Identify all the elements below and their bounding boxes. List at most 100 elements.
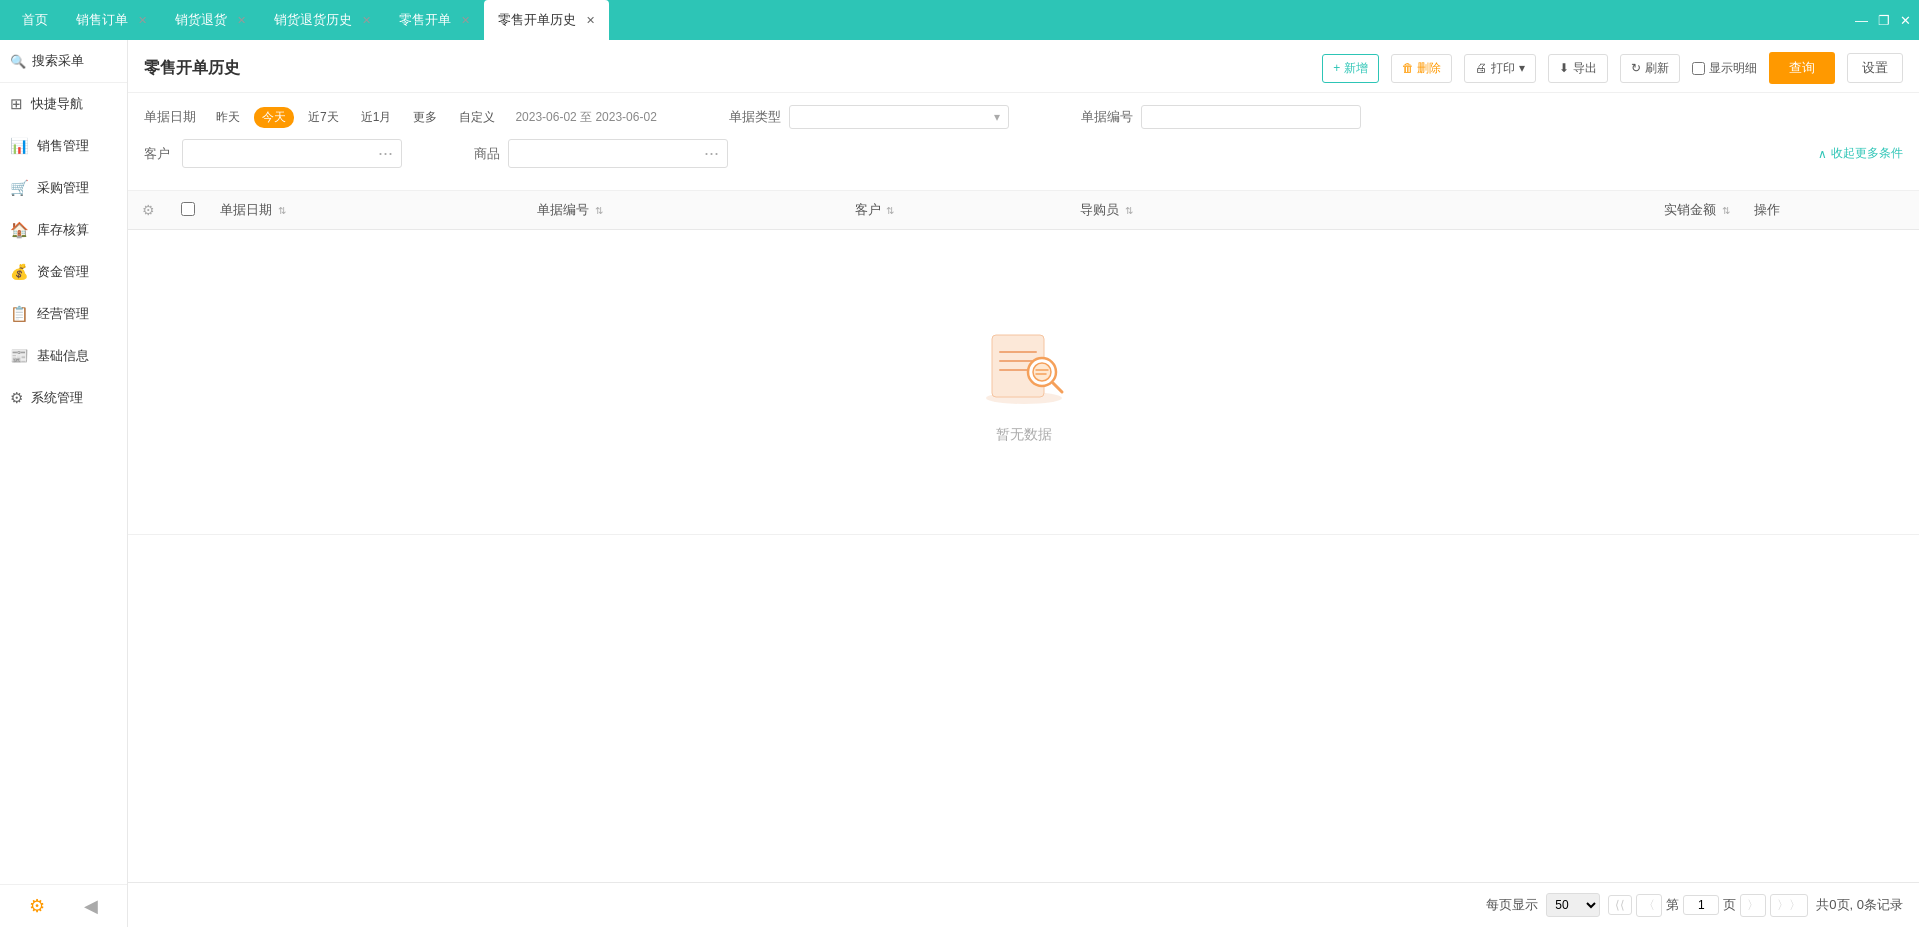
select-all-checkbox[interactable]: [181, 202, 195, 216]
sidebar-item-sales-mgmt[interactable]: 📊 销售管理: [0, 125, 127, 167]
date-today-btn[interactable]: 今天: [254, 107, 294, 128]
th-salesperson[interactable]: 导购员 ⇅: [1068, 191, 1339, 230]
th-amount-sort-icon: ⇅: [1722, 205, 1730, 216]
collapse-btn[interactable]: ∧ 收起更多条件: [1818, 145, 1903, 162]
restore-btn[interactable]: ❐: [1878, 13, 1890, 28]
date-label: 单据日期: [144, 108, 196, 126]
export-icon: ⬇: [1559, 61, 1569, 75]
sidebar-collapse-btn[interactable]: ◀: [84, 895, 98, 917]
tab-sales-order-label: 销售订单: [76, 11, 128, 29]
tab-sales-return-close[interactable]: ✕: [237, 14, 246, 27]
sidebar-item-purchase-mgmt[interactable]: 🛒 采购管理: [0, 167, 127, 209]
tab-retail-open-history[interactable]: 零售开单历史 ✕: [484, 0, 609, 40]
page-label: 第: [1666, 896, 1679, 914]
tab-retail-open-close[interactable]: ✕: [461, 14, 470, 27]
goods-input[interactable]: [517, 147, 700, 161]
sidebar-item-basic-info-label: 基础信息: [37, 347, 89, 365]
tab-retail-open-history-close[interactable]: ✕: [586, 14, 595, 27]
page-prev-btn[interactable]: 〈: [1636, 894, 1662, 917]
table-body: 暂无数据: [128, 230, 1919, 535]
filter-area: 单据日期 昨天 今天 近7天 近1月 更多 自定义 2023-06-02 至 2…: [128, 93, 1919, 191]
delete-button[interactable]: 🗑 删除: [1391, 54, 1452, 83]
settings-icon[interactable]: ⚙: [142, 202, 155, 218]
date-7days-btn[interactable]: 近7天: [300, 107, 347, 128]
sidebar-item-inventory[interactable]: 🏠 库存核算: [0, 209, 127, 251]
number-input[interactable]: [1141, 105, 1361, 129]
tab-sales-order-close[interactable]: ✕: [138, 14, 147, 27]
page-input[interactable]: [1683, 895, 1719, 915]
tab-sales-order[interactable]: 销售订单 ✕: [62, 0, 161, 40]
sidebar-item-purchase-mgmt-label: 采购管理: [37, 179, 89, 197]
page-first-btn[interactable]: ⟨⟨: [1608, 895, 1632, 915]
page-next-btn[interactable]: 〉: [1740, 894, 1766, 917]
content-area: 零售开单历史 + 新增 🗑 删除 🖨 打印 ▾ ⬇ 导出 ↻ 刷新: [128, 40, 1919, 927]
per-page-select[interactable]: 50 10 20 100: [1546, 893, 1600, 917]
export-button[interactable]: ⬇ 导出: [1548, 54, 1608, 83]
empty-illustration: [974, 320, 1074, 410]
table-area: ⚙ 单据日期 ⇅ 单据编号 ⇅: [128, 191, 1919, 882]
window-controls: — ❐ ✕: [1855, 13, 1911, 28]
th-customer[interactable]: 客户 ⇅: [843, 191, 1068, 230]
cart-icon: 🛒: [10, 179, 29, 197]
page-nav: ⟨⟨ 〈 第 页 〉 〉〉: [1608, 894, 1808, 917]
display-toggle[interactable]: 显示明细: [1692, 60, 1757, 77]
tab-retail-open[interactable]: 零售开单 ✕: [385, 0, 484, 40]
th-settings[interactable]: ⚙: [128, 191, 168, 230]
sidebar-search[interactable]: 🔍 搜索采单: [0, 40, 127, 83]
goods-dots[interactable]: ···: [704, 143, 719, 164]
minimize-btn[interactable]: —: [1855, 13, 1868, 28]
refresh-button[interactable]: ↻ 刷新: [1620, 54, 1680, 83]
filter-row-1: 单据日期 昨天 今天 近7天 近1月 更多 自定义 2023-06-02 至 2…: [144, 105, 1903, 129]
date-custom-btn[interactable]: 自定义: [451, 107, 503, 128]
customer-dots[interactable]: ···: [378, 143, 393, 164]
query-button[interactable]: 查询: [1769, 52, 1835, 84]
print-label: 打印: [1491, 60, 1515, 77]
print-button[interactable]: 🖨 打印 ▾: [1464, 54, 1536, 83]
customer-input-wrap[interactable]: ···: [182, 139, 402, 168]
tab-home[interactable]: 首页: [8, 0, 62, 40]
sidebar-item-system[interactable]: ⚙ 系统管理: [0, 377, 127, 419]
empty-row: 暂无数据: [128, 230, 1919, 535]
tab-sales-return[interactable]: 销货退货 ✕: [161, 0, 260, 40]
print-chevron: ▾: [1519, 61, 1525, 75]
sidebar-item-operations[interactable]: 📋 经营管理: [0, 293, 127, 335]
tab-sales-return-history[interactable]: 销货退货历史 ✕: [260, 0, 385, 40]
th-date[interactable]: 单据日期 ⇅: [208, 191, 525, 230]
date-yesterday-btn[interactable]: 昨天: [208, 107, 248, 128]
setting-button[interactable]: 设置: [1847, 53, 1903, 83]
th-salesperson-label: 导购员: [1080, 202, 1119, 217]
chart-icon: 📊: [10, 137, 29, 155]
page-last-btn[interactable]: 〉〉: [1770, 894, 1808, 917]
th-action: 操作: [1742, 191, 1919, 230]
sidebar-item-finance[interactable]: 💰 资金管理: [0, 251, 127, 293]
sidebar-item-inventory-label: 库存核算: [37, 221, 89, 239]
close-btn[interactable]: ✕: [1900, 13, 1911, 28]
customer-input[interactable]: [191, 147, 374, 161]
data-table: ⚙ 单据日期 ⇅ 单据编号 ⇅: [128, 191, 1919, 535]
sidebar-bottom: ⚙ ◀: [0, 884, 127, 927]
collapse-icon: ∧: [1818, 147, 1827, 161]
add-button[interactable]: + 新增: [1322, 54, 1378, 83]
gear-icon: ⚙: [10, 389, 23, 407]
display-toggle-checkbox[interactable]: [1692, 62, 1705, 75]
table-header-row: ⚙ 单据日期 ⇅ 单据编号 ⇅: [128, 191, 1919, 230]
sidebar-item-finance-label: 资金管理: [37, 263, 89, 281]
th-number[interactable]: 单据编号 ⇅: [525, 191, 842, 230]
home-icon: 🏠: [10, 221, 29, 239]
goods-filter: 商品 ···: [474, 139, 728, 168]
empty-state: 暂无数据: [140, 240, 1907, 524]
empty-cell: 暂无数据: [128, 230, 1919, 535]
sidebar-settings-btn[interactable]: ⚙: [29, 895, 45, 917]
goods-input-wrap[interactable]: ···: [508, 139, 728, 168]
tab-sales-return-label: 销货退货: [175, 11, 227, 29]
date-1month-btn[interactable]: 近1月: [353, 107, 400, 128]
search-icon: 🔍: [10, 54, 26, 69]
type-select[interactable]: ▾: [789, 105, 1009, 129]
tab-sales-return-history-close[interactable]: ✕: [362, 14, 371, 27]
date-more-btn[interactable]: 更多: [405, 107, 445, 128]
th-spacer: [1340, 191, 1425, 230]
sidebar-item-basic-info[interactable]: 📰 基础信息: [0, 335, 127, 377]
th-amount[interactable]: 实销金额 ⇅: [1424, 191, 1741, 230]
sidebar-item-quick-nav[interactable]: ⊞ 快捷导航: [0, 83, 127, 125]
sidebar: 🔍 搜索采单 ⊞ 快捷导航 📊 销售管理 🛒 采购管理 🏠 库存核算 💰 资金管…: [0, 40, 128, 927]
